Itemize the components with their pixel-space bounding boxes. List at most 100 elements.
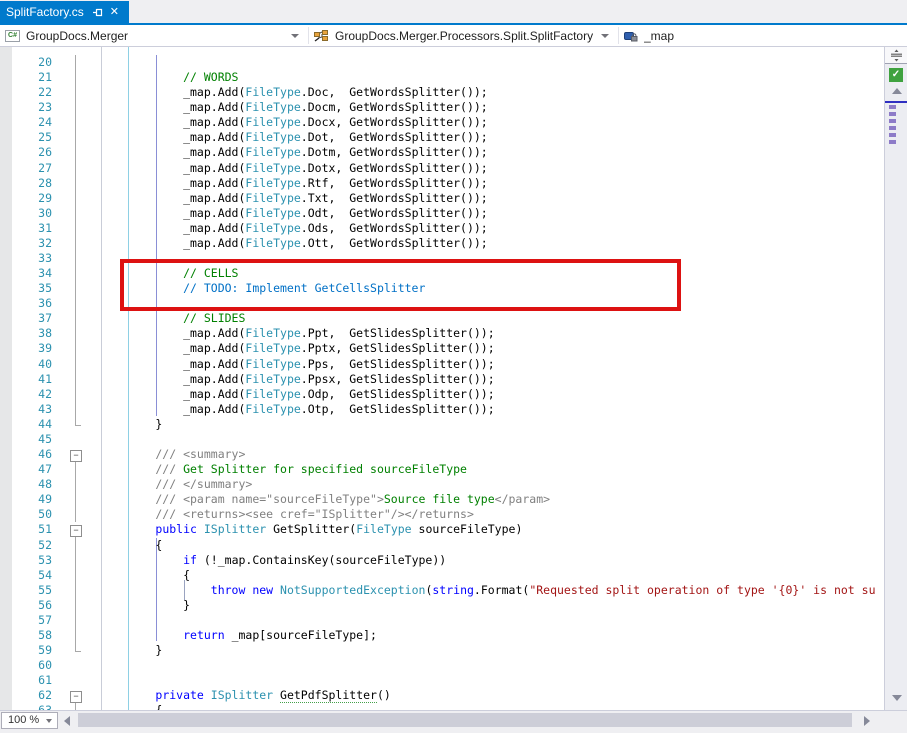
- fold-margin: [62, 266, 92, 282]
- code-line[interactable]: 54 {: [0, 567, 884, 583]
- code-line[interactable]: 29 _map.Add(FileType.Txt, GetWordsSplitt…: [0, 190, 884, 206]
- line-number: 21: [38, 70, 52, 85]
- code-line[interactable]: 63 {: [0, 703, 884, 710]
- vertical-scrollbar[interactable]: ✓: [884, 47, 907, 710]
- code-line[interactable]: 46 /// <summary>: [0, 447, 884, 463]
- line-number: 50: [38, 507, 52, 522]
- document-tab-bar: SplitFactory.cs ✕: [0, 0, 907, 23]
- line-number: 38: [38, 326, 52, 341]
- code-line[interactable]: 20: [0, 55, 884, 71]
- line-number: 53: [38, 552, 52, 567]
- code-line[interactable]: 38 _map.Add(FileType.Ppt, GetSlidesSplit…: [0, 326, 884, 342]
- fold-margin: [62, 627, 92, 644]
- scrollbar-mark: [889, 112, 896, 116]
- code-line[interactable]: 62 private ISplitter GetPdfSplitter(): [0, 688, 884, 704]
- code-line[interactable]: 27 _map.Add(FileType.Dotx, GetWordsSplit…: [0, 160, 884, 176]
- fold-collapse-button[interactable]: [62, 522, 92, 538]
- line-number: 45: [38, 431, 52, 446]
- zoom-level-select[interactable]: 100 %: [1, 712, 58, 729]
- code-line[interactable]: 49 /// <param name="sourceFileType">Sour…: [0, 492, 884, 508]
- code-text: _map.Add(FileType.Dotm, GetWordsSplitter…: [100, 145, 488, 160]
- code-line[interactable]: 42 _map.Add(FileType.Odp, GetSlidesSplit…: [0, 386, 884, 402]
- fold-margin: [62, 145, 92, 161]
- code-line[interactable]: 51 public ISplitter GetSplitter(FileType…: [0, 522, 884, 538]
- line-number: 48: [38, 477, 52, 492]
- code-line[interactable]: 30 _map.Add(FileType.Odt, GetWordsSplitt…: [0, 205, 884, 221]
- code-line[interactable]: 24 _map.Add(FileType.Docx, GetWordsSplit…: [0, 115, 884, 131]
- code-line[interactable]: 37 // SLIDES: [0, 311, 884, 327]
- code-line[interactable]: 60: [0, 658, 884, 673]
- code-editor[interactable]: 20 21 // WORDS 22 _map.Add(FileType.Doc, G…: [0, 47, 884, 710]
- scroll-up-arrow-icon[interactable]: [892, 88, 902, 94]
- hscroll-right-arrow-icon[interactable]: [864, 716, 870, 726]
- scrollbar-mark: [889, 105, 896, 109]
- split-window-button[interactable]: [885, 47, 907, 64]
- fold-margin: [62, 205, 92, 221]
- fold-margin: [62, 507, 92, 523]
- code-line[interactable]: 58 return _map[sourceFileType];: [0, 627, 884, 644]
- fold-collapse-button[interactable]: [62, 447, 92, 463]
- code-line[interactable]: 53 if (!_map.ContainsKey(sourceFileType)…: [0, 552, 884, 568]
- line-number: 59: [38, 643, 52, 658]
- code-line[interactable]: 61: [0, 673, 884, 688]
- code-line[interactable]: 47 /// Get Splitter for specified source…: [0, 462, 884, 478]
- code-line[interactable]: 50 /// <returns><see cref="ISplitter"/><…: [0, 507, 884, 523]
- code-line[interactable]: 44 }: [0, 416, 884, 432]
- line-number: 20: [38, 55, 52, 69]
- code-line[interactable]: 32 _map.Add(FileType.Ott, GetWordsSplitt…: [0, 235, 884, 252]
- code-text: _map.Add(FileType.Pptx, GetSlidesSplitte…: [100, 341, 495, 356]
- code-line[interactable]: 21 // WORDS: [0, 70, 884, 86]
- code-line[interactable]: 31 _map.Add(FileType.Ods, GetWordsSplitt…: [0, 220, 884, 237]
- fold-margin: [62, 326, 92, 342]
- code-line[interactable]: 22 _map.Add(FileType.Doc, GetWordsSplitt…: [0, 85, 884, 101]
- code-text: _map.Add(FileType.Pps, GetSlidesSplitter…: [100, 356, 495, 371]
- line-number: 35: [38, 281, 52, 296]
- fold-margin: [62, 658, 92, 673]
- close-icon[interactable]: ✕: [110, 6, 119, 18]
- horizontal-scrollbar-thumb[interactable]: [78, 713, 852, 727]
- code-line[interactable]: 45: [0, 432, 884, 447]
- type-dropdown[interactable]: GroupDocs.Merger.Processors.Split.SplitF…: [309, 25, 618, 46]
- line-number: 63: [12, 703, 62, 710]
- code-line[interactable]: 26 _map.Add(FileType.Dotm, GetWordsSplit…: [0, 145, 884, 161]
- tab-splitfactory[interactable]: SplitFactory.cs ✕: [0, 1, 129, 23]
- line-number: 29: [38, 190, 52, 205]
- code-line[interactable]: 59 }: [0, 643, 884, 658]
- code-line[interactable]: 57: [0, 612, 884, 629]
- code-line[interactable]: 52 {: [0, 537, 884, 553]
- code-line[interactable]: 41 _map.Add(FileType.Ppsx, GetSlidesSpli…: [0, 371, 884, 387]
- fold-margin: [62, 673, 92, 688]
- line-number: 32: [38, 235, 52, 250]
- fold-margin: [62, 401, 92, 417]
- code-text: _map.Add(FileType.Odt, GetWordsSplitter(…: [100, 205, 488, 220]
- fold-margin: [62, 296, 92, 312]
- member-dropdown-label: _map: [644, 28, 675, 43]
- line-number: 30: [38, 205, 52, 220]
- fold-collapse-button[interactable]: [62, 688, 92, 704]
- project-dropdown[interactable]: C# GroupDocs.Merger: [0, 25, 308, 46]
- line-number: 55: [38, 582, 52, 597]
- code-line[interactable]: 48 /// </summary>: [0, 477, 884, 493]
- code-line[interactable]: 40 _map.Add(FileType.Pps, GetSlidesSplit…: [0, 356, 884, 372]
- type-dropdown-label: GroupDocs.Merger.Processors.Split.SplitF…: [335, 28, 594, 43]
- code-text: _map.Add(FileType.Dot, GetWordsSplitter(…: [100, 130, 488, 145]
- vs-editor-window: SplitFactory.cs ✕ C# GroupDocs.Merger Gr…: [0, 0, 907, 733]
- member-dropdown[interactable]: _map: [619, 25, 907, 46]
- tab-title: SplitFactory.cs: [6, 5, 84, 19]
- line-number: 52: [38, 537, 52, 552]
- code-line[interactable]: 23 _map.Add(FileType.Docm, GetWordsSplit…: [0, 100, 884, 116]
- code-line[interactable]: 56 }: [0, 597, 884, 613]
- line-number: 46: [38, 447, 52, 462]
- scroll-down-arrow-icon[interactable]: [892, 695, 902, 701]
- code-line[interactable]: 43 _map.Add(FileType.Otp, GetSlidesSplit…: [0, 401, 884, 417]
- code-line[interactable]: 25 _map.Add(FileType.Dot, GetWordsSplitt…: [0, 130, 884, 146]
- code-health-indicator[interactable]: ✓: [889, 68, 903, 82]
- code-line[interactable]: 39 _map.Add(FileType.Pptx, GetSlidesSpli…: [0, 341, 884, 357]
- hscroll-left-arrow-icon[interactable]: [64, 716, 70, 726]
- pin-icon[interactable]: [92, 7, 103, 18]
- code-line[interactable]: 28 _map.Add(FileType.Rtf, GetWordsSplitt…: [0, 175, 884, 191]
- code-line[interactable]: 55 throw new NotSupportedException(strin…: [0, 582, 884, 598]
- fold-margin: [62, 371, 92, 387]
- code-text: _map.Add(FileType.Txt, GetWordsSplitter(…: [100, 190, 488, 205]
